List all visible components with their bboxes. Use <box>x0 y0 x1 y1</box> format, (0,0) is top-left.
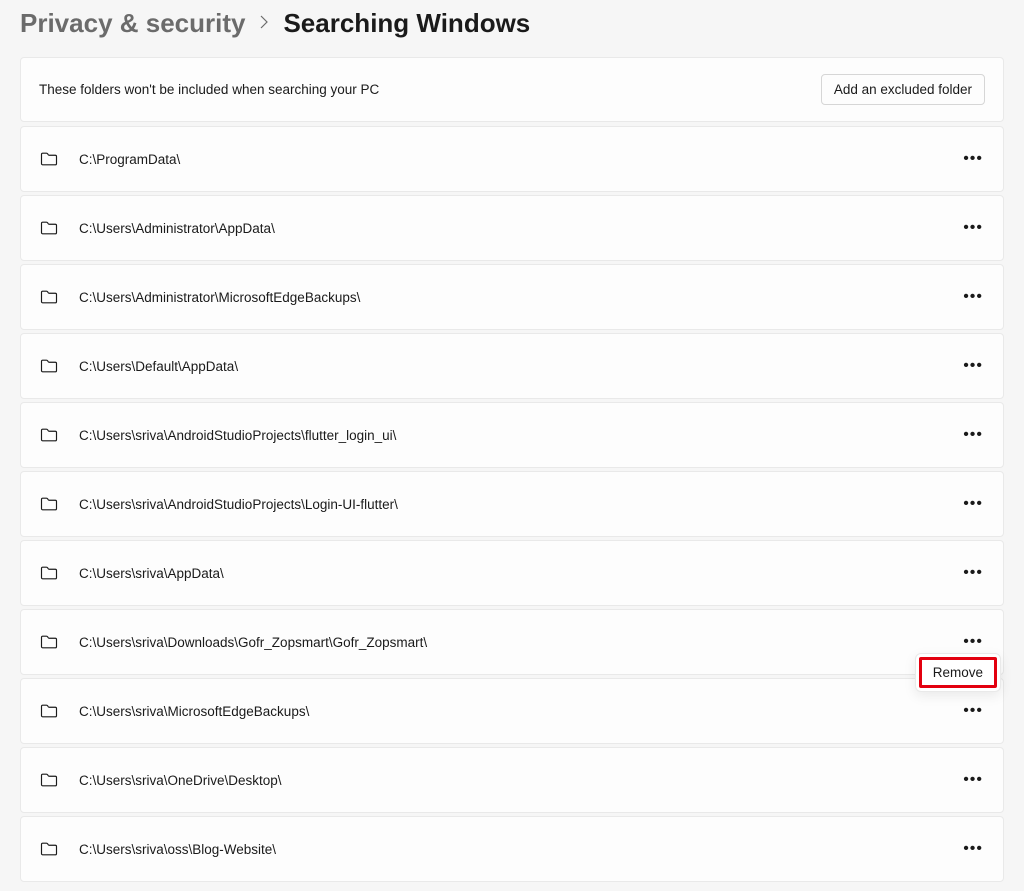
more-options-button[interactable]: ••• <box>961 423 985 447</box>
folder-icon <box>39 425 59 445</box>
folder-icon <box>39 632 59 652</box>
excluded-folder-row: C:\Users\sriva\AndroidStudioProjects\Log… <box>20 471 1004 537</box>
folder-path: C:\Users\sriva\AndroidStudioProjects\Log… <box>79 497 941 512</box>
folder-path: C:\Users\sriva\Downloads\Gofr_Zopsmart\G… <box>79 635 941 650</box>
folder-icon <box>39 770 59 790</box>
breadcrumb-current: Searching Windows <box>283 8 530 39</box>
more-options-button[interactable]: ••• <box>961 837 985 861</box>
more-options-button[interactable]: ••• <box>961 492 985 516</box>
add-excluded-folder-button[interactable]: Add an excluded folder <box>821 74 985 105</box>
folder-icon <box>39 701 59 721</box>
context-menu: Remove <box>915 653 1001 692</box>
more-options-button[interactable]: ••• <box>961 561 985 585</box>
excluded-folder-row: C:\Users\sriva\OneDrive\Desktop\ ••• <box>20 747 1004 813</box>
more-options-button[interactable]: ••• <box>961 216 985 240</box>
breadcrumb: Privacy & security Searching Windows <box>20 8 1004 39</box>
remove-menu-item[interactable]: Remove <box>919 657 997 688</box>
excluded-folder-row: C:\Users\sriva\AndroidStudioProjects\flu… <box>20 402 1004 468</box>
more-options-button[interactable]: ••• <box>961 768 985 792</box>
excluded-folder-row: C:\Users\Administrator\AppData\ ••• <box>20 195 1004 261</box>
folder-path: C:\Users\sriva\AndroidStudioProjects\flu… <box>79 428 941 443</box>
folder-path: C:\Users\sriva\oss\Blog-Website\ <box>79 842 941 857</box>
more-options-button[interactable]: ••• <box>961 147 985 171</box>
folder-path: C:\Users\Default\AppData\ <box>79 359 941 374</box>
more-options-button[interactable]: ••• <box>961 630 985 654</box>
folder-path: C:\Users\sriva\MicrosoftEdgeBackups\ <box>79 704 941 719</box>
excluded-folder-row: C:\Users\Default\AppData\ ••• <box>20 333 1004 399</box>
more-options-button[interactable]: ••• <box>961 285 985 309</box>
more-options-button[interactable]: ••• <box>961 699 985 723</box>
excluded-folder-row: C:\Users\Administrator\MicrosoftEdgeBack… <box>20 264 1004 330</box>
folder-path: C:\Users\Administrator\AppData\ <box>79 221 941 236</box>
folder-path: C:\Users\Administrator\MicrosoftEdgeBack… <box>79 290 941 305</box>
folder-path: C:\Users\sriva\AppData\ <box>79 566 941 581</box>
folder-icon <box>39 839 59 859</box>
folder-path: C:\ProgramData\ <box>79 152 941 167</box>
excluded-folders-header: These folders won't be included when sea… <box>20 57 1004 122</box>
folder-path: C:\Users\sriva\OneDrive\Desktop\ <box>79 773 941 788</box>
folder-icon <box>39 494 59 514</box>
breadcrumb-parent[interactable]: Privacy & security <box>20 8 245 39</box>
excluded-folder-row: C:\ProgramData\ ••• <box>20 126 1004 192</box>
folder-icon <box>39 218 59 238</box>
excluded-folder-row: C:\Users\sriva\MicrosoftEdgeBackups\•••R… <box>20 678 1004 744</box>
folder-icon <box>39 149 59 169</box>
folder-icon <box>39 563 59 583</box>
excluded-folder-row: C:\Users\sriva\Downloads\Gofr_Zopsmart\G… <box>20 609 1004 675</box>
more-options-button[interactable]: ••• <box>961 354 985 378</box>
folder-icon <box>39 287 59 307</box>
excluded-folder-row: C:\Users\sriva\oss\Blog-Website\ ••• <box>20 816 1004 882</box>
chevron-right-icon <box>259 15 269 32</box>
excluded-folders-list: C:\ProgramData\•••C:\Users\Administrator… <box>20 126 1004 882</box>
folder-icon <box>39 356 59 376</box>
excluded-folders-description: These folders won't be included when sea… <box>39 82 379 97</box>
excluded-folder-row: C:\Users\sriva\AppData\ ••• <box>20 540 1004 606</box>
